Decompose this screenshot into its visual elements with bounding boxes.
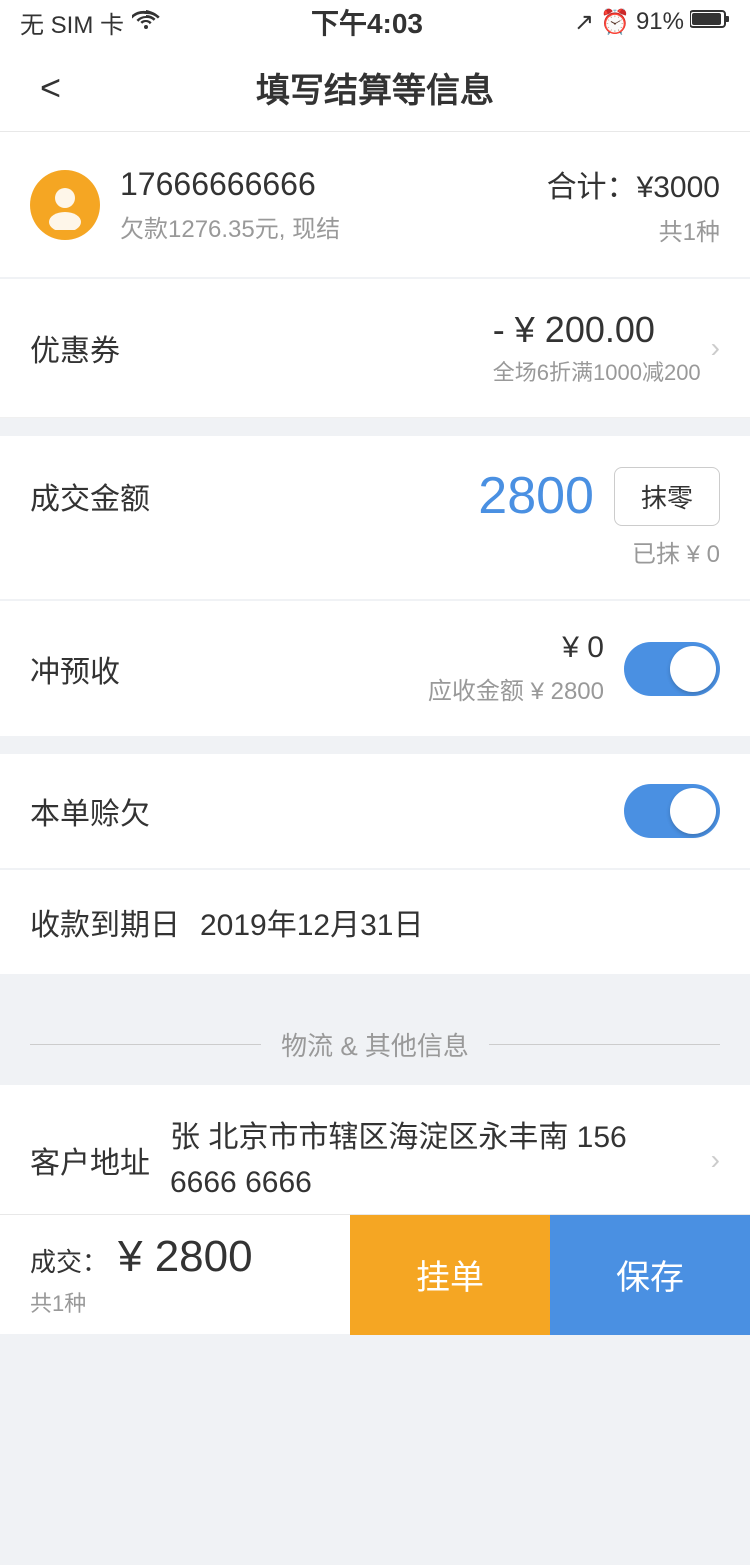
sim-status: 无 SIM 卡	[20, 5, 124, 40]
coupon-detail: 全场6折满1000减200	[493, 355, 701, 387]
avatar	[30, 170, 100, 240]
due-date-label: 收款到期日	[30, 900, 180, 944]
transaction-row: 成交金额 2800 抹零 已抹 ¥ 0	[0, 436, 750, 599]
bottom-deal-count: 共1种	[30, 1286, 320, 1318]
status-bar: 无 SIM 卡 下午4:03 ↗ ⏰ 91%	[0, 0, 750, 44]
customer-card: 17666666666 欠款1276.35元, 现结 合计：¥3000 共1种	[0, 132, 750, 277]
battery-percent: 91%	[636, 8, 684, 36]
precollect-zero: ¥ 0	[428, 631, 604, 665]
customer-debt: 欠款1276.35元, 现结	[120, 209, 340, 244]
coupon-section: 优惠券 - ¥ 200.00 全场6折满1000减200 ›	[0, 279, 750, 418]
status-left: 无 SIM 卡	[20, 5, 160, 40]
customer-phone: 17666666666	[120, 166, 340, 203]
due-date-row: 收款到期日 2019年12月31日	[0, 870, 750, 974]
transaction-right: 2800 抹零 已抹 ¥ 0	[478, 466, 720, 569]
divider-3	[0, 974, 750, 990]
bottom-summary: 成交： ¥ 2800 共1种	[0, 1232, 350, 1318]
page-title: 填写结算等信息	[256, 63, 494, 112]
bottom-bar: 成交： ¥ 2800 共1种 挂单 保存	[0, 1214, 750, 1334]
round-button[interactable]: 抹零	[614, 467, 720, 526]
precollect-row: 冲预收 ¥ 0 应收金额 ¥ 2800	[0, 601, 750, 736]
bottom-deal-label: 成交：	[30, 1242, 108, 1279]
address-chevron-icon: ›	[711, 1144, 720, 1176]
customer-left: 17666666666 欠款1276.35元, 现结	[30, 166, 340, 244]
precollect-label: 冲预收	[30, 647, 120, 691]
bottom-deal-amount: ¥ 2800	[118, 1232, 253, 1282]
total-value: ¥3000	[637, 171, 720, 204]
debt-row: 本单赊欠	[0, 754, 750, 868]
debt-label: 本单赊欠	[30, 789, 150, 833]
status-time: 下午4:03	[311, 2, 423, 42]
logistics-line-left	[30, 1044, 261, 1045]
coupon-right: - ¥ 200.00 全场6折满1000减200 ›	[493, 309, 720, 387]
save-button[interactable]: 保存	[550, 1215, 750, 1335]
coupon-row[interactable]: 优惠券 - ¥ 200.00 全场6折满1000减200 ›	[0, 279, 750, 418]
wiped-text: 已抹 ¥ 0	[632, 534, 720, 569]
divider-1	[0, 420, 750, 436]
precollect-right: ¥ 0 应收金额 ¥ 2800	[428, 631, 720, 706]
toggle-knob	[670, 646, 716, 692]
divider-2	[0, 738, 750, 754]
logistics-section-header: 物流 & 其他信息	[0, 1006, 750, 1083]
due-date-value: 2019年12月31日	[200, 900, 423, 944]
coupon-label: 优惠券	[30, 326, 120, 370]
battery-icon	[690, 8, 730, 36]
customer-info: 17666666666 欠款1276.35元, 现结	[120, 166, 340, 244]
bottom-deal-row: 成交： ¥ 2800	[30, 1232, 320, 1282]
total-count: 共1种	[547, 212, 720, 247]
customer-right: 合计：¥3000 共1种	[547, 162, 720, 247]
address-value: 张 北京市市辖区海淀区永丰南 156 6666 6666	[170, 1115, 691, 1205]
precollect-receivable: 应收金额 ¥ 2800	[428, 671, 604, 706]
coupon-chevron-icon: ›	[711, 332, 720, 364]
wifi-icon	[132, 8, 160, 36]
coupon-info: - ¥ 200.00 全场6折满1000减200	[493, 309, 701, 387]
alarm-icon: ⏰	[600, 8, 630, 37]
logistics-line-right	[489, 1044, 720, 1045]
status-right: ↗ ⏰ 91%	[574, 8, 730, 37]
debt-toggle[interactable]	[624, 784, 720, 838]
precollect-toggle[interactable]	[624, 642, 720, 696]
debt-toggle-knob	[670, 788, 716, 834]
address-row[interactable]: 客户地址 张 北京市市辖区海淀区永丰南 156 6666 6666 ›	[0, 1085, 750, 1235]
transaction-amount-row: 2800 抹零	[478, 466, 720, 526]
logistics-title: 物流 & 其他信息	[281, 1026, 469, 1063]
content: 17666666666 欠款1276.35元, 现结 合计：¥3000 共1种 …	[0, 132, 750, 1565]
total-amount: 合计：¥3000	[547, 162, 720, 206]
nav-bar: < 填写结算等信息	[0, 44, 750, 132]
location-icon: ↗	[574, 8, 594, 37]
back-button[interactable]: <	[30, 57, 71, 119]
transaction-label: 成交金额	[30, 466, 150, 518]
address-label: 客户地址	[30, 1138, 150, 1182]
precollect-values: ¥ 0 应收金额 ¥ 2800	[428, 631, 604, 706]
total-label: 合计：	[547, 171, 637, 204]
transaction-amount: 2800	[478, 466, 594, 526]
coupon-amount: - ¥ 200.00	[493, 309, 701, 351]
hang-button[interactable]: 挂单	[350, 1215, 550, 1335]
